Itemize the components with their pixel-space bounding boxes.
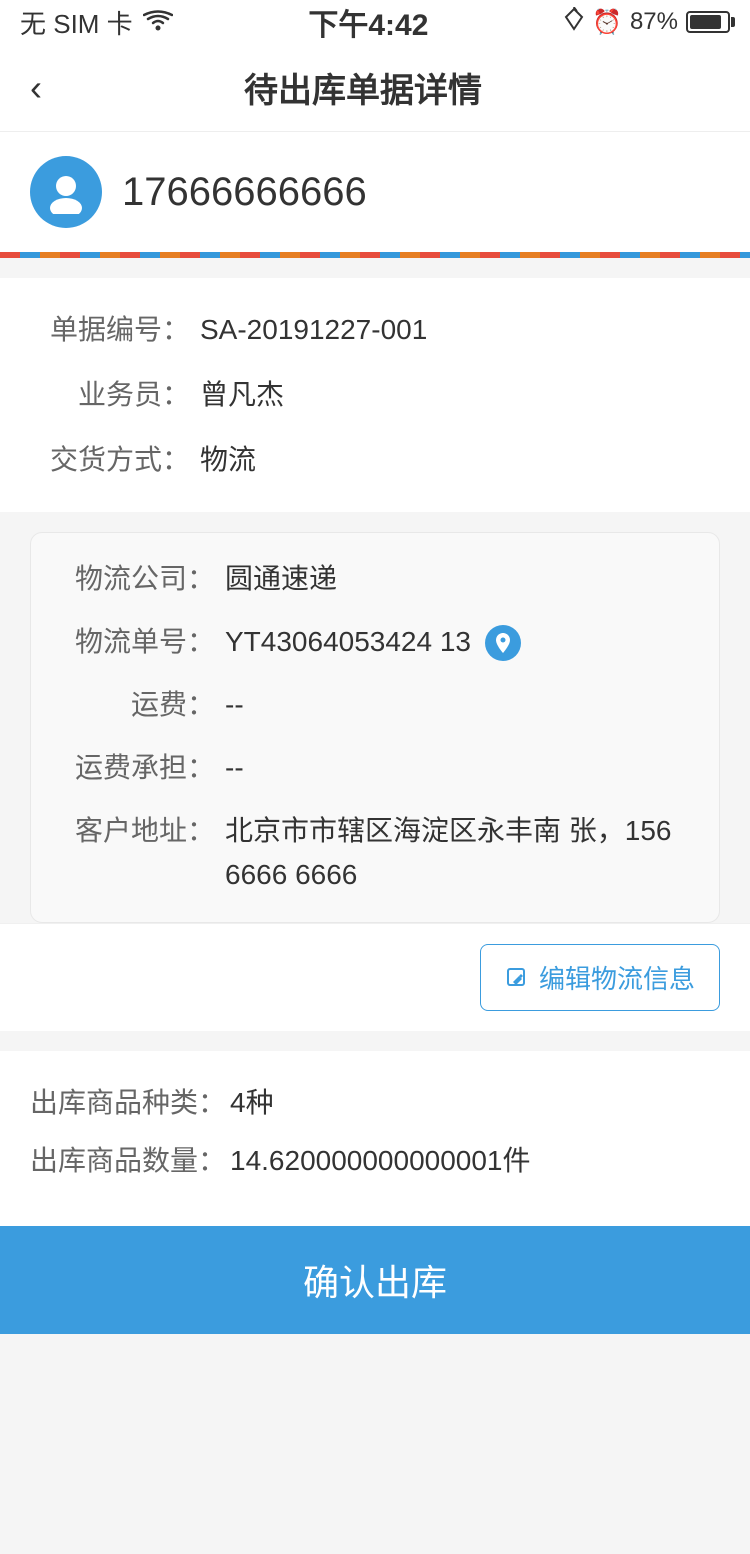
- logistics-card: 物流公司： 圆通速递 物流单号： YT43064053424 13 运费： --…: [30, 532, 720, 923]
- confirm-button[interactable]: 确认出库: [0, 1226, 750, 1334]
- delivery-method-label: 交货方式：: [30, 438, 190, 483]
- order-info-section: 单据编号： SA-20191227-001 业务员： 曾凡杰 交货方式： 物流: [0, 278, 750, 512]
- freight-bearer-value: --: [225, 746, 695, 791]
- logistics-company-label: 物流公司：: [55, 557, 215, 602]
- edit-btn-row: 编辑物流信息: [0, 923, 750, 1031]
- battery-percent: 87%: [630, 8, 678, 36]
- confirm-button-label: 确认出库: [303, 1262, 447, 1303]
- edit-icon: [505, 966, 529, 990]
- sales-person-row: 业务员： 曾凡杰: [30, 373, 720, 418]
- delivery-method-row: 交货方式： 物流: [30, 438, 720, 483]
- wifi-icon: [143, 7, 173, 38]
- section-divider: [0, 1031, 750, 1051]
- edit-logistics-label: 编辑物流信息: [539, 959, 695, 996]
- nav-bar: ‹ 待出库单据详情: [0, 44, 750, 132]
- customer-header: 17666666666: [0, 132, 750, 252]
- logistics-company-value: 圆通速递: [225, 557, 695, 602]
- dashed-decoration: [0, 252, 750, 258]
- freight-value: --: [225, 683, 695, 728]
- content-spacer: [0, 1334, 750, 1554]
- tracking-location-icon[interactable]: [485, 625, 521, 661]
- product-quantity-row: 出库商品数量： 14.620000000000001件: [30, 1139, 720, 1179]
- product-quantity-value: 14.620000000000001件: [230, 1139, 531, 1179]
- page-title: 待出库单据详情: [62, 63, 664, 112]
- tracking-label: 物流单号：: [55, 620, 215, 665]
- battery-icon: [686, 11, 730, 33]
- freight-bearer-label: 运费承担：: [55, 746, 215, 791]
- sales-person-label: 业务员：: [30, 373, 190, 418]
- logistics-company-row: 物流公司： 圆通速递: [55, 557, 695, 602]
- sales-person-value: 曾凡杰: [200, 373, 720, 418]
- avatar: [30, 156, 102, 228]
- product-types-row: 出库商品种类： 4种: [30, 1081, 720, 1121]
- status-time: 下午4:42: [308, 0, 428, 44]
- order-no-row: 单据编号： SA-20191227-001: [30, 308, 720, 353]
- product-quantity-label: 出库商品数量：: [30, 1139, 230, 1179]
- address-value: 北京市市辖区海淀区永丰南 张，156 6666 6666: [225, 809, 695, 899]
- address-label: 客户地址：: [55, 809, 215, 854]
- alarm-icon: ⏰: [592, 8, 622, 37]
- freight-label: 运费：: [55, 683, 215, 728]
- address-row: 客户地址： 北京市市辖区海淀区永丰南 张，156 6666 6666: [55, 809, 695, 899]
- product-types-value: 4种: [230, 1081, 274, 1121]
- order-no-value: SA-20191227-001: [200, 308, 720, 353]
- edit-logistics-button[interactable]: 编辑物流信息: [480, 944, 720, 1011]
- location-status-icon: [564, 7, 584, 38]
- tracking-row: 物流单号： YT43064053424 13: [55, 620, 695, 665]
- freight-bearer-row: 运费承担： --: [55, 746, 695, 791]
- tracking-value: YT43064053424 13: [225, 620, 695, 665]
- delivery-method-value: 物流: [200, 438, 720, 483]
- customer-phone: 17666666666: [122, 170, 367, 215]
- status-bar: 无 SIM 卡 下午4:42 ⏰ 87%: [0, 0, 750, 44]
- stats-section: 出库商品种类： 4种 出库商品数量： 14.620000000000001件: [0, 1051, 750, 1217]
- back-button[interactable]: ‹: [30, 67, 42, 109]
- order-no-label: 单据编号：: [30, 308, 190, 353]
- product-types-label: 出库商品种类：: [30, 1081, 230, 1121]
- freight-row: 运费： --: [55, 683, 695, 728]
- sim-label: 无 SIM 卡: [20, 4, 133, 41]
- status-left: 无 SIM 卡: [20, 4, 173, 41]
- status-right: ⏰ 87%: [564, 7, 730, 38]
